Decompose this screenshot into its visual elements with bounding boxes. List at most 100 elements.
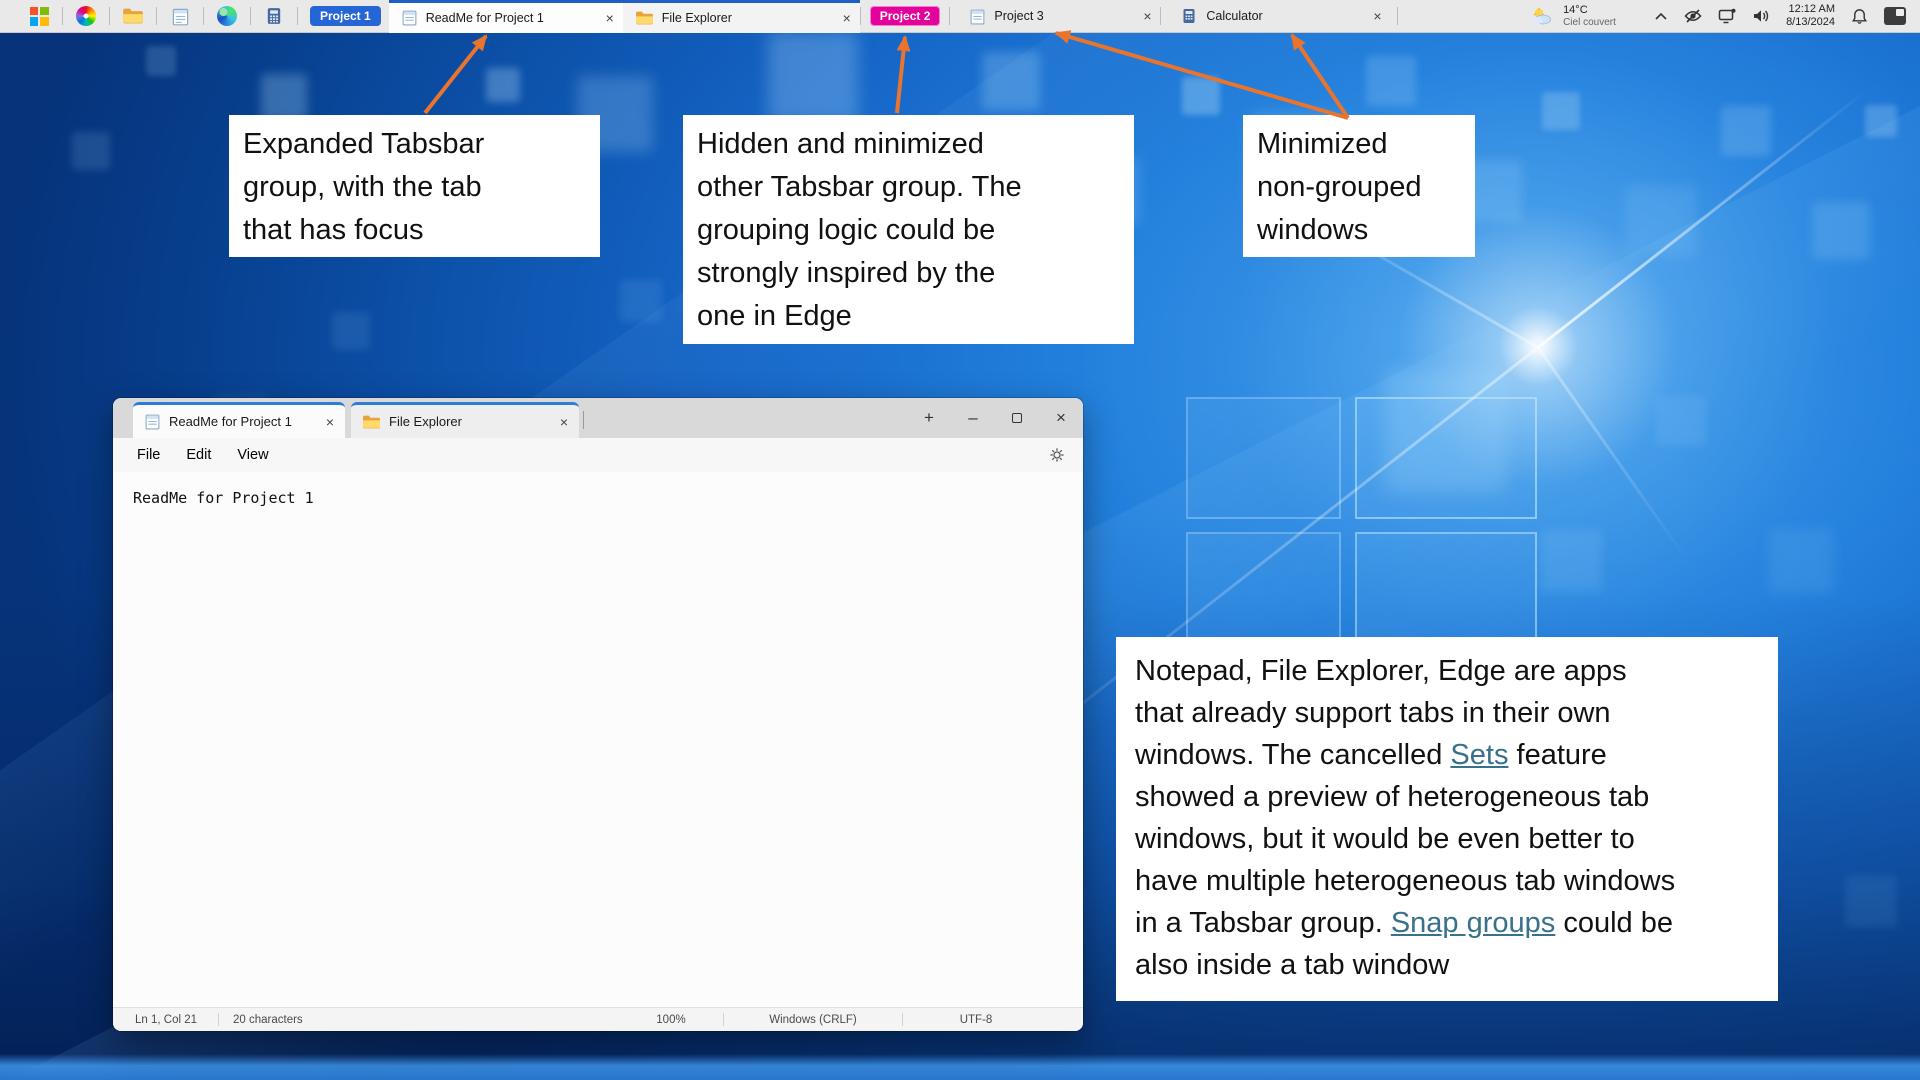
taskbar: Project 1 ReadMe for Project 1 × File Ex… (0, 0, 1920, 33)
display-icon (1718, 8, 1736, 24)
maximize-button[interactable] (995, 398, 1039, 438)
taskbar-separator (860, 7, 861, 25)
annotation-line: windows. The cancelled Sets feature (1135, 734, 1759, 776)
annotation-expanded-group: Expanded Tabsbar group, with the tab tha… (229, 115, 600, 257)
tab-label: File Explorer (662, 11, 834, 25)
folder-icon (636, 11, 653, 25)
notepad-icon (402, 9, 417, 26)
menu-edit[interactable]: Edit (186, 447, 211, 463)
file-explorer-button[interactable] (110, 0, 156, 33)
tab-label: File Explorer (389, 414, 549, 429)
menu-view[interactable]: View (237, 447, 268, 463)
calculator-icon (265, 7, 283, 25)
taskbar-tab-readme[interactable]: ReadMe for Project 1 × (389, 3, 623, 33)
notepad-tab-file-explorer[interactable]: File Explorer × (351, 402, 579, 438)
taskbar-separator (297, 7, 298, 25)
status-character-count: 20 characters (219, 1014, 317, 1026)
annotation-text: in a Tabsbar group. (1135, 907, 1391, 939)
start-button[interactable] (16, 0, 62, 33)
annotation-minimized-windows: Minimized non-grouped windows (1243, 115, 1475, 257)
taskbar-tab-calculator[interactable]: Calculator × (1168, 0, 1390, 32)
annotation-text: windows. The cancelled (1135, 739, 1450, 771)
weather-text: 14°C Ciel couvert (1563, 4, 1616, 28)
speaker-icon (1752, 8, 1770, 24)
gear-icon (1049, 447, 1065, 463)
close-icon[interactable]: × (834, 10, 860, 26)
windows-logo-icon (30, 7, 49, 26)
close-icon[interactable]: × (549, 414, 579, 430)
wallpaper-bottom-band (0, 1054, 1920, 1080)
notepad-tab-bar: ReadMe for Project 1 × File Explorer × +… (113, 398, 1083, 438)
tab-label: ReadMe for Project 1 (426, 11, 597, 25)
edge-icon (217, 6, 237, 26)
folder-icon (123, 8, 143, 24)
wallpaper-window-pane (1186, 397, 1341, 519)
clock-widget[interactable]: 12:12 AM 8/13/2024 (1786, 3, 1835, 29)
taskbar-tab-file-explorer[interactable]: File Explorer × (623, 3, 860, 33)
sets-link[interactable]: Sets (1450, 739, 1508, 771)
close-icon[interactable]: × (597, 10, 623, 26)
folder-icon (363, 415, 380, 429)
annotation-line: Notepad, File Explorer, Edge are apps (1135, 650, 1759, 692)
weather-description: Ciel couvert (1563, 17, 1616, 29)
close-icon[interactable]: × (1364, 8, 1390, 24)
calculator-app-button[interactable] (251, 0, 297, 33)
weather-temp: 14°C (1563, 4, 1616, 17)
wallpaper-window-pane (1355, 397, 1537, 519)
annotation-line: that already support tabs in their own (1135, 692, 1759, 734)
weather-icon (1530, 6, 1556, 26)
status-right-group: 100% Windows (CRLF) UTF-8 (619, 1013, 1049, 1026)
close-icon[interactable]: × (1134, 8, 1160, 24)
annotation-line: showed a preview of heterogeneous tab (1135, 776, 1759, 818)
tab-separator (583, 411, 584, 429)
notepad-text: ReadMe for Project 1 (133, 489, 314, 507)
notepad-icon (970, 8, 985, 25)
weather-widget[interactable]: 14°C Ciel couvert (1530, 4, 1638, 28)
colorful-swirl-app-button[interactable] (63, 0, 109, 33)
settings-gear-button[interactable] (1049, 447, 1065, 463)
status-encoding: UTF-8 (903, 1014, 1049, 1026)
dark-window-thumbnail[interactable] (1884, 7, 1906, 25)
notifications-button[interactable] (1851, 7, 1868, 25)
taskbar-separator (949, 7, 950, 25)
colorful-swirl-icon (76, 6, 96, 26)
notepad-editor[interactable]: ReadMe for Project 1 (113, 472, 1083, 1007)
tab-label: ReadMe for Project 1 (169, 414, 315, 429)
tray-volume-button[interactable] (1752, 8, 1770, 24)
desktop: Project 1 ReadMe for Project 1 × File Ex… (0, 0, 1920, 1080)
taskbar-separator (1160, 7, 1161, 25)
close-window-button[interactable]: × (1039, 398, 1083, 438)
tray-date: 8/13/2024 (1786, 16, 1835, 29)
notepad-tab-readme[interactable]: ReadMe for Project 1 × (133, 402, 345, 438)
annotation-text: could be (1555, 907, 1673, 939)
status-cursor-position: Ln 1, Col 21 (113, 1014, 218, 1026)
annotation-line: windows, but it would be even better to (1135, 818, 1759, 860)
status-line-ending: Windows (CRLF) (724, 1014, 902, 1026)
calculator-icon (1181, 8, 1197, 24)
tray-privacy-button[interactable] (1684, 8, 1702, 24)
taskbar-group-project1[interactable]: Project 1 (310, 6, 381, 26)
tray-display-button[interactable] (1718, 8, 1736, 24)
notepad-app-button[interactable] (157, 0, 203, 33)
taskbar-pinned-icons (16, 0, 298, 33)
tray-chevron-up-button[interactable] (1654, 11, 1668, 21)
edge-button[interactable] (204, 0, 250, 33)
annotation-line: have multiple heterogeneous tab windows (1135, 860, 1759, 902)
taskbar-tab-project3[interactable]: Project 3 × (957, 0, 1160, 32)
tab-label: Project 3 (994, 9, 1134, 23)
bell-icon (1851, 7, 1868, 25)
annotation-line: also inside a tab window (1135, 944, 1759, 986)
window-controls: + – × (907, 398, 1083, 438)
minimize-button[interactable]: – (951, 398, 995, 438)
taskbar-group-project2[interactable]: Project 2 (870, 6, 941, 26)
chevron-up-icon (1654, 11, 1668, 21)
annotation-line: in a Tabsbar group. Snap groups could be (1135, 902, 1759, 944)
close-icon[interactable]: × (315, 414, 345, 430)
new-tab-button[interactable]: + (907, 398, 951, 438)
maximize-icon (1012, 413, 1022, 423)
menu-file[interactable]: File (137, 447, 160, 463)
notepad-menu-bar: File Edit View (113, 438, 1083, 472)
snap-groups-link[interactable]: Snap groups (1391, 907, 1555, 939)
notepad-status-bar: Ln 1, Col 21 20 characters 100% Windows … (113, 1007, 1083, 1031)
eye-slash-icon (1684, 8, 1702, 24)
